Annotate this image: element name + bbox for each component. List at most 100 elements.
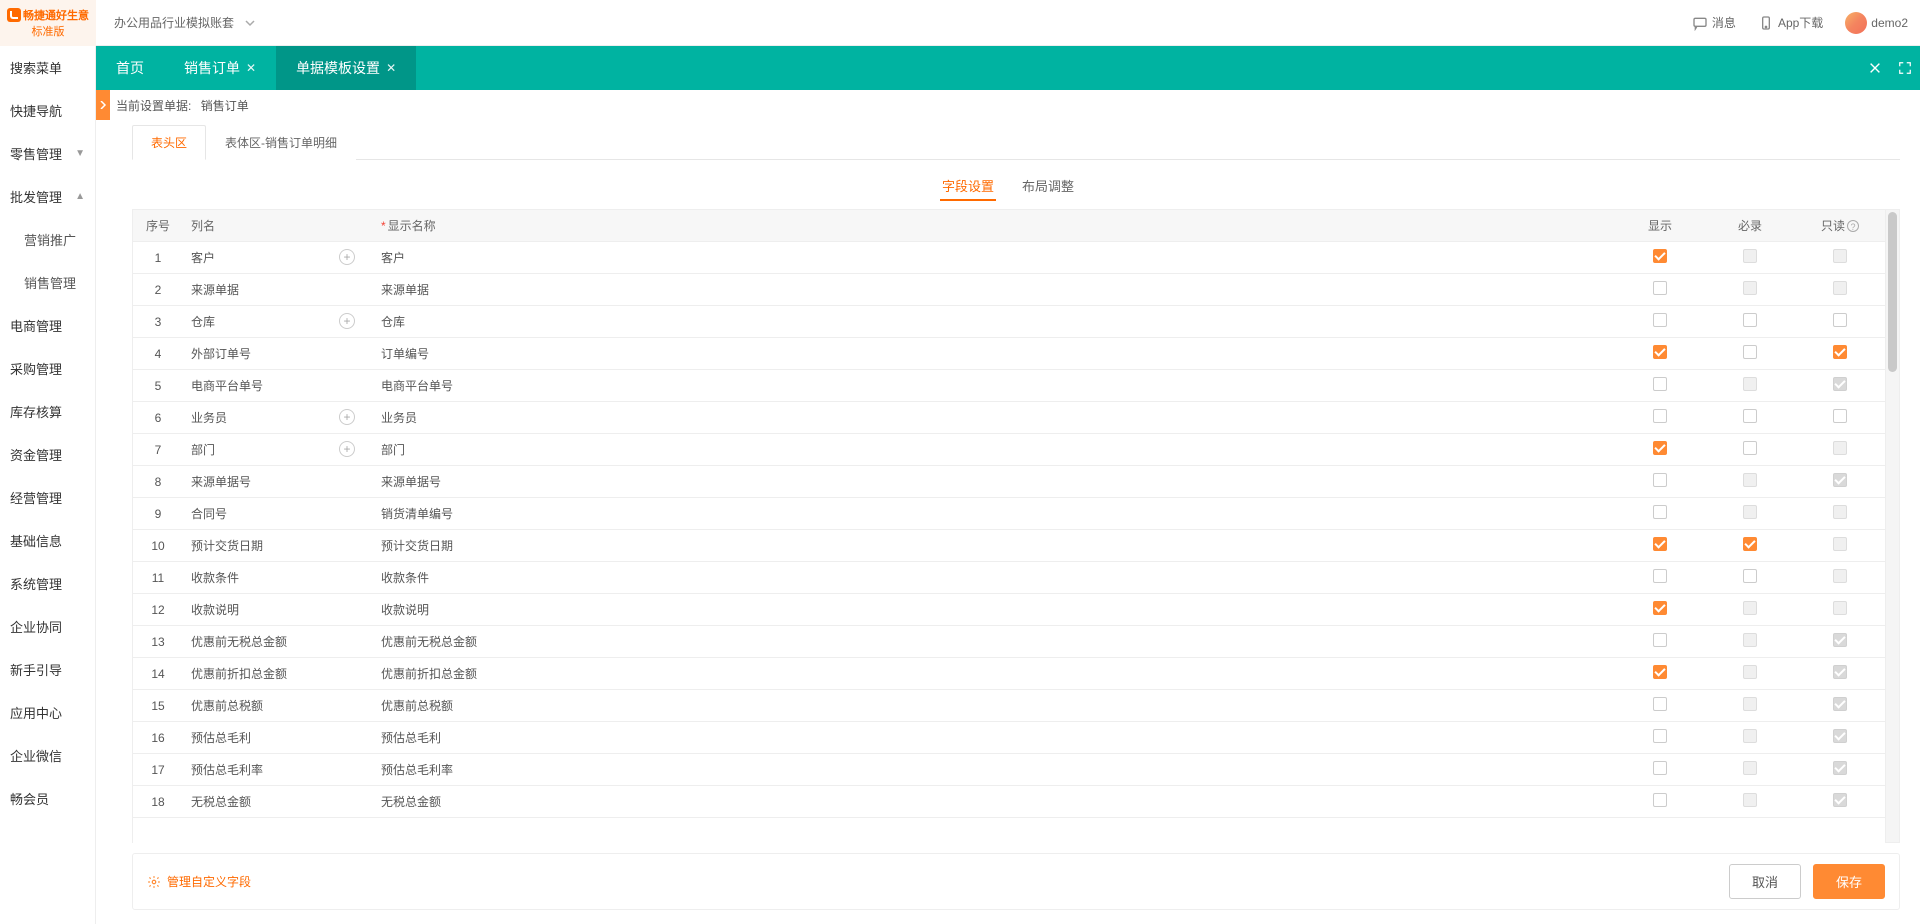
cell-display[interactable]: 客户 [373,242,1615,274]
sidebar-item-label: 系统管理 [10,574,62,593]
checkbox[interactable] [1653,569,1667,583]
tab-1[interactable]: 销售订单✕ [164,46,276,90]
checkbox[interactable] [1743,537,1757,551]
cell-display[interactable]: 销货清单编号 [373,498,1615,530]
sidebar-item-10[interactable]: 经营管理 [0,476,95,519]
cell-display[interactable]: 来源单据 [373,274,1615,306]
fields-table-scroll[interactable]: 序号 列名 *显示名称 显示 必录 只读? 1客户+客户2来源单据来源单据3仓库… [132,209,1886,843]
tab-2[interactable]: 单据模板设置✕ [276,46,416,90]
checkbox[interactable] [1743,441,1757,455]
sidebar-item-2[interactable]: 零售管理▼ [0,132,95,175]
checkbox [1833,633,1847,647]
checkbox[interactable] [1653,345,1667,359]
sidebar-item-5[interactable]: 销售管理 [0,261,95,304]
cell-display[interactable]: 电商平台单号 [373,370,1615,402]
checkbox[interactable] [1653,377,1667,391]
sidebar-item-8[interactable]: 库存核算 [0,390,95,433]
cancel-button[interactable]: 取消 [1729,864,1801,899]
cell-display[interactable]: 优惠前总税额 [373,690,1615,722]
sidebar-item-0[interactable]: 搜索菜单 [0,46,95,89]
avatar [1845,12,1867,34]
checkbox[interactable] [1833,345,1847,359]
checkbox[interactable] [1653,281,1667,295]
checkbox[interactable] [1743,313,1757,327]
checkbox[interactable] [1653,665,1667,679]
add-icon[interactable]: + [339,313,355,329]
checkbox[interactable] [1653,697,1667,711]
cell-show [1615,242,1705,274]
checkbox[interactable] [1653,313,1667,327]
checkbox[interactable] [1653,537,1667,551]
sidebar-item-4[interactable]: 营销推广 [0,218,95,261]
checkbox[interactable] [1653,633,1667,647]
cell-display[interactable]: 预估总毛利 [373,722,1615,754]
vertical-scrollbar[interactable] [1886,209,1900,843]
cell-display[interactable]: 仓库 [373,306,1615,338]
tab-body-region[interactable]: 表体区-销售订单明细 [206,125,356,160]
app-download-button[interactable]: App下载 [1758,14,1823,31]
checkbox[interactable] [1653,409,1667,423]
fullscreen-button[interactable] [1890,61,1920,75]
messages-button[interactable]: 消息 [1692,14,1736,31]
cell-display[interactable]: 无税总金额 [373,786,1615,818]
checkbox[interactable] [1653,729,1667,743]
scrollbar-thumb[interactable] [1888,212,1897,372]
sub-tab-field-settings[interactable]: 字段设置 [940,172,996,201]
sidebar-item-9[interactable]: 资金管理 [0,433,95,476]
cell-required [1705,274,1795,306]
checkbox[interactable] [1653,761,1667,775]
checkbox[interactable] [1653,249,1667,263]
checkbox[interactable] [1653,473,1667,487]
sub-tab-layout-adjust[interactable]: 布局调整 [1020,172,1076,201]
close-all-tabs-button[interactable] [1860,61,1890,75]
checkbox[interactable] [1653,441,1667,455]
checkbox[interactable] [1653,505,1667,519]
sidebar-item-7[interactable]: 采购管理 [0,347,95,390]
checkbox [1833,569,1847,583]
col-display-header: *显示名称 [373,210,1615,242]
user-menu[interactable]: demo2 [1845,12,1908,34]
checkbox[interactable] [1653,601,1667,615]
sidebar-item-6[interactable]: 电商管理 [0,304,95,347]
tab-0[interactable]: 首页 [96,46,164,90]
cell-display[interactable]: 优惠前折扣总金额 [373,658,1615,690]
sidebar-item-14[interactable]: 新手引导 [0,648,95,691]
cell-readonly [1795,402,1885,434]
help-icon[interactable]: ? [1847,220,1859,232]
cell-display[interactable]: 预计交货日期 [373,530,1615,562]
add-icon[interactable]: + [339,249,355,265]
sidebar-item-15[interactable]: 应用中心 [0,691,95,734]
sidebar-item-13[interactable]: 企业协同 [0,605,95,648]
cell-display[interactable]: 收款条件 [373,562,1615,594]
table-row: 18无税总金额无税总金额 [133,786,1885,818]
cell-display[interactable]: 部门 [373,434,1615,466]
sidebar-item-12[interactable]: 系统管理 [0,562,95,605]
cell-display[interactable]: 业务员 [373,402,1615,434]
checkbox[interactable] [1743,569,1757,583]
sidebar-item-1[interactable]: 快捷导航 [0,89,95,132]
checkbox[interactable] [1743,345,1757,359]
cell-display[interactable]: 收款说明 [373,594,1615,626]
sidebar-item-11[interactable]: 基础信息 [0,519,95,562]
checkbox[interactable] [1743,409,1757,423]
checkbox[interactable] [1833,313,1847,327]
manage-custom-fields-link[interactable]: 管理自定义字段 [147,873,251,890]
cell-display[interactable]: 来源单据号 [373,466,1615,498]
account-select[interactable]: 办公用品行业模拟账套 [114,14,256,31]
sidebar-item-3[interactable]: 批发管理▲ [0,175,95,218]
cell-display[interactable]: 优惠前无税总金额 [373,626,1615,658]
cell-seq: 18 [133,786,183,818]
tab-header-region[interactable]: 表头区 [132,125,206,160]
checkbox[interactable] [1833,409,1847,423]
collapse-panel-button[interactable] [96,90,110,120]
checkbox[interactable] [1653,793,1667,807]
cell-display[interactable]: 预估总毛利率 [373,754,1615,786]
sidebar-item-16[interactable]: 企业微信 [0,734,95,777]
close-icon[interactable]: ✕ [246,61,256,75]
sidebar-item-17[interactable]: 畅会员 [0,777,95,820]
save-button[interactable]: 保存 [1813,864,1885,899]
close-icon[interactable]: ✕ [386,61,396,75]
add-icon[interactable]: + [339,441,355,457]
add-icon[interactable]: + [339,409,355,425]
cell-display[interactable]: 订单编号 [373,338,1615,370]
